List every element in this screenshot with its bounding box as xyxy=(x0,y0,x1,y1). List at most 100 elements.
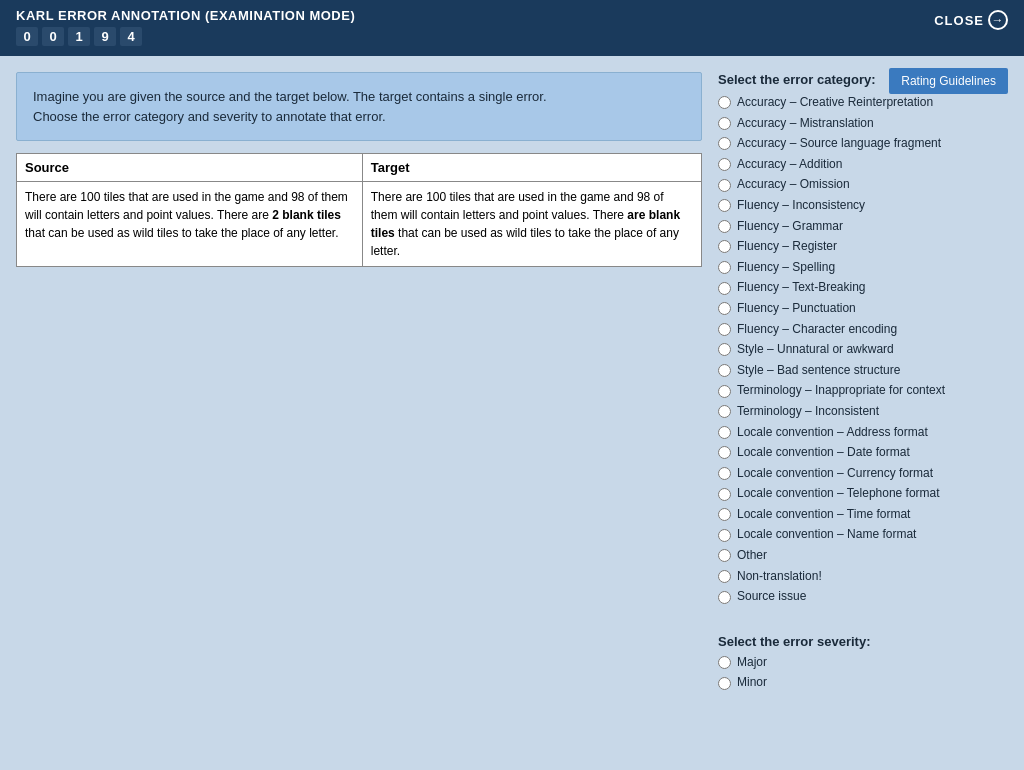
radio-flu-grammar[interactable] xyxy=(718,220,731,233)
radio-flu-char-encoding[interactable] xyxy=(718,323,731,336)
radio-item-source-issue[interactable]: Source issue xyxy=(718,589,1008,605)
label-lc-name: Locale convention – Name format xyxy=(737,527,916,543)
radio-item-acc-mistranslation[interactable]: Accuracy – Mistranslation xyxy=(718,116,1008,132)
right-panel: Select the error category: Accuracy – Cr… xyxy=(718,72,1008,742)
instruction-line1: Imagine you are given the source and the… xyxy=(33,87,685,107)
radio-lc-telephone[interactable] xyxy=(718,488,731,501)
app-title: KARL ERROR ANNOTATION (EXAMINATION MODE) xyxy=(16,8,355,23)
label-non-translation: Non-translation! xyxy=(737,569,822,585)
radio-item-acc-addition[interactable]: Accuracy – Addition xyxy=(718,157,1008,173)
radio-item-other[interactable]: Other xyxy=(718,548,1008,564)
label-flu-register: Fluency – Register xyxy=(737,239,837,255)
radio-lc-date[interactable] xyxy=(718,446,731,459)
radio-source-issue[interactable] xyxy=(718,591,731,604)
instruction-line2: Choose the error category and severity t… xyxy=(33,107,685,127)
radio-other[interactable] xyxy=(718,549,731,562)
radio-item-term-inconsistent[interactable]: Terminology – Inconsistent xyxy=(718,404,1008,420)
timer-digit-1: 0 xyxy=(16,27,38,46)
radio-flu-register[interactable] xyxy=(718,240,731,253)
close-button[interactable]: CLOSE → xyxy=(934,10,1008,30)
radio-item-flu-spelling[interactable]: Fluency – Spelling xyxy=(718,260,1008,276)
radio-acc-source-lang[interactable] xyxy=(718,137,731,150)
severity-section: Select the error severity: Major Minor xyxy=(718,624,1008,696)
label-severity-minor: Minor xyxy=(737,675,767,691)
label-severity-major: Major xyxy=(737,655,767,671)
radio-acc-creative[interactable] xyxy=(718,96,731,109)
radio-acc-mistranslation[interactable] xyxy=(718,117,731,130)
radio-flu-punctuation[interactable] xyxy=(718,302,731,315)
timer-digit-4: 9 xyxy=(94,27,116,46)
timer-digit-5: 4 xyxy=(120,27,142,46)
radio-term-inappropriate[interactable] xyxy=(718,385,731,398)
label-other: Other xyxy=(737,548,767,564)
label-lc-currency: Locale convention – Currency format xyxy=(737,466,933,482)
label-acc-addition: Accuracy – Addition xyxy=(737,157,842,173)
timer-display: 0 0 1 9 4 xyxy=(16,27,142,46)
radio-item-sty-unnatural[interactable]: Style – Unnatural or awkward xyxy=(718,342,1008,358)
target-header: Target xyxy=(362,154,701,182)
label-acc-mistranslation: Accuracy – Mistranslation xyxy=(737,116,874,132)
close-label: CLOSE xyxy=(934,13,984,28)
timer-digit-2: 0 xyxy=(42,27,64,46)
radio-item-acc-creative[interactable]: Accuracy – Creative Reinterpretation xyxy=(718,95,1008,111)
radio-term-inconsistent[interactable] xyxy=(718,405,731,418)
source-target-table: Source Target There are 100 tiles that a… xyxy=(16,153,702,267)
radio-lc-time[interactable] xyxy=(718,508,731,521)
radio-non-translation[interactable] xyxy=(718,570,731,583)
severity-options-list: Major Minor xyxy=(718,655,1008,691)
timer-digit-3: 1 xyxy=(68,27,90,46)
radio-flu-inconsistency[interactable] xyxy=(718,199,731,212)
label-lc-address: Locale convention – Address format xyxy=(737,425,928,441)
label-lc-time: Locale convention – Time format xyxy=(737,507,910,523)
severity-item-major[interactable]: Major xyxy=(718,655,1008,671)
label-acc-omission: Accuracy – Omission xyxy=(737,177,850,193)
label-flu-inconsistency: Fluency – Inconsistency xyxy=(737,198,865,214)
radio-item-flu-text-breaking[interactable]: Fluency – Text-Breaking xyxy=(718,280,1008,296)
radio-item-flu-register[interactable]: Fluency – Register xyxy=(718,239,1008,255)
label-term-inappropriate: Terminology – Inappropriate for context xyxy=(737,383,945,399)
radio-acc-addition[interactable] xyxy=(718,158,731,171)
label-lc-telephone: Locale convention – Telephone format xyxy=(737,486,940,502)
radio-severity-minor[interactable] xyxy=(718,677,731,690)
severity-item-minor[interactable]: Minor xyxy=(718,675,1008,691)
radio-item-acc-source-lang[interactable]: Accuracy – Source language fragment xyxy=(718,136,1008,152)
radio-item-flu-grammar[interactable]: Fluency – Grammar xyxy=(718,219,1008,235)
label-acc-source-lang: Accuracy – Source language fragment xyxy=(737,136,941,152)
radio-flu-text-breaking[interactable] xyxy=(718,282,731,295)
radio-item-flu-inconsistency[interactable]: Fluency – Inconsistency xyxy=(718,198,1008,214)
label-sty-bad-sentence: Style – Bad sentence structure xyxy=(737,363,900,379)
instruction-box: Imagine you are given the source and the… xyxy=(16,72,702,141)
radio-acc-omission[interactable] xyxy=(718,179,731,192)
close-icon: → xyxy=(988,10,1008,30)
radio-lc-address[interactable] xyxy=(718,426,731,439)
radio-item-lc-currency[interactable]: Locale convention – Currency format xyxy=(718,466,1008,482)
radio-item-acc-omission[interactable]: Accuracy – Omission xyxy=(718,177,1008,193)
radio-item-flu-punctuation[interactable]: Fluency – Punctuation xyxy=(718,301,1008,317)
label-term-inconsistent: Terminology – Inconsistent xyxy=(737,404,879,420)
radio-item-sty-bad-sentence[interactable]: Style – Bad sentence structure xyxy=(718,363,1008,379)
source-header: Source xyxy=(17,154,363,182)
radio-flu-spelling[interactable] xyxy=(718,261,731,274)
radio-item-lc-time[interactable]: Locale convention – Time format xyxy=(718,507,1008,523)
radio-item-flu-char-encoding[interactable]: Fluency – Character encoding xyxy=(718,322,1008,338)
radio-item-lc-date[interactable]: Locale convention – Date format xyxy=(718,445,1008,461)
radio-item-lc-telephone[interactable]: Locale convention – Telephone format xyxy=(718,486,1008,502)
radio-severity-major[interactable] xyxy=(718,656,731,669)
radio-lc-name[interactable] xyxy=(718,529,731,542)
source-cell: There are 100 tiles that are used in the… xyxy=(17,182,363,267)
severity-title: Select the error severity: xyxy=(718,634,1008,649)
radio-sty-unnatural[interactable] xyxy=(718,343,731,356)
label-flu-char-encoding: Fluency – Character encoding xyxy=(737,322,897,338)
radio-lc-currency[interactable] xyxy=(718,467,731,480)
label-acc-creative: Accuracy – Creative Reinterpretation xyxy=(737,95,933,111)
radio-item-term-inappropriate[interactable]: Terminology – Inappropriate for context xyxy=(718,383,1008,399)
radio-item-lc-address[interactable]: Locale convention – Address format xyxy=(718,425,1008,441)
target-cell: There are 100 tiles that are used in the… xyxy=(362,182,701,267)
label-flu-grammar: Fluency – Grammar xyxy=(737,219,843,235)
radio-sty-bad-sentence[interactable] xyxy=(718,364,731,377)
label-flu-text-breaking: Fluency – Text-Breaking xyxy=(737,280,866,296)
label-flu-spelling: Fluency – Spelling xyxy=(737,260,835,276)
rating-guidelines-button[interactable]: Rating Guidelines xyxy=(889,68,1008,94)
radio-item-non-translation[interactable]: Non-translation! xyxy=(718,569,1008,585)
radio-item-lc-name[interactable]: Locale convention – Name format xyxy=(718,527,1008,543)
